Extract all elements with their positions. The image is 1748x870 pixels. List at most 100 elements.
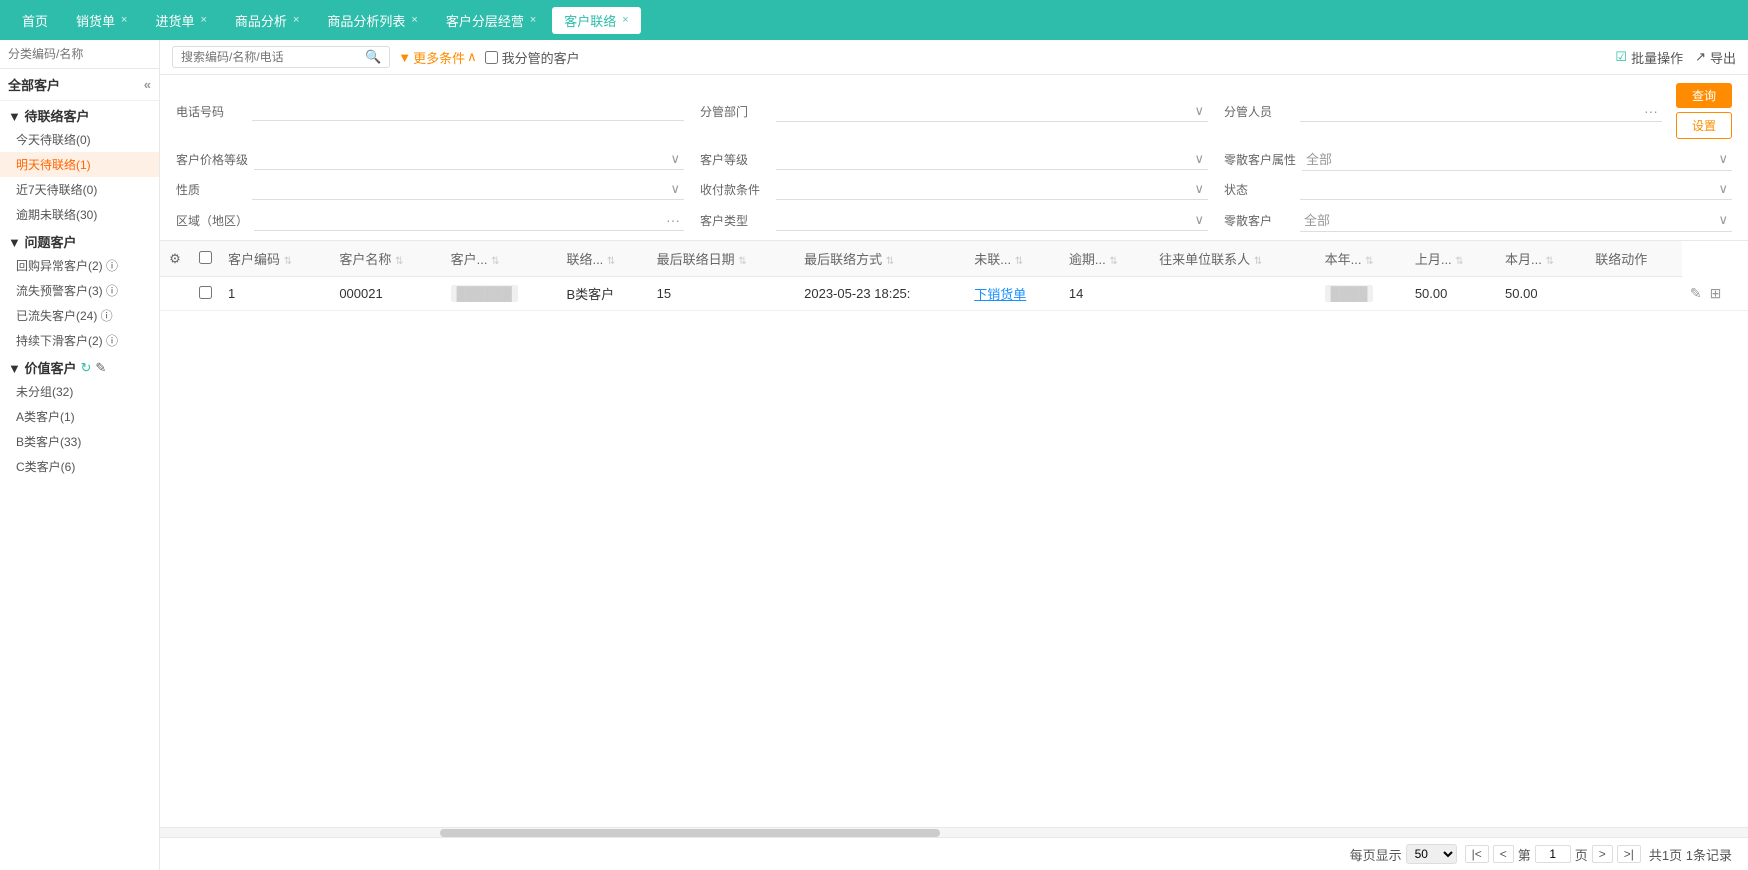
edit-icon[interactable]: ✎ xyxy=(95,360,106,376)
filter-row-customer-type: 客户类型 ∨ xyxy=(700,208,1208,232)
row-uncontacted: 14 xyxy=(1061,277,1151,311)
filter-row-retail-customer: 零散客户 全部∨ xyxy=(1224,208,1732,232)
region-select[interactable]: ··· xyxy=(254,210,684,231)
col-last-month: 上月... ⇅ xyxy=(1407,241,1497,277)
sidebar-item-class-c[interactable]: C类客户(6) xyxy=(0,454,159,479)
export-btn[interactable]: ↗ 导出 xyxy=(1695,48,1736,67)
sidebar-search-input[interactable] xyxy=(8,47,160,61)
close-icon[interactable]: × xyxy=(622,14,628,26)
sidebar-item-churned[interactable]: 已流失客户(24) ⓘ xyxy=(0,303,159,328)
sidebar-item-declining[interactable]: 持续下滑客户(2) ⓘ xyxy=(0,328,159,353)
total-records: 共1页 1条记录 xyxy=(1649,845,1732,864)
last-page-btn[interactable]: >| xyxy=(1617,845,1641,863)
filter-bar: 🔍 ▼ 更多条件 ∧ 我分管的客户 ☑ 批量操作 ↗ 导出 xyxy=(160,40,1748,75)
content-area: 🔍 ▼ 更多条件 ∧ 我分管的客户 ☑ 批量操作 ↗ 导出 xyxy=(160,40,1748,870)
select-all-checkbox[interactable] xyxy=(199,251,212,264)
main-search-input[interactable] xyxy=(181,50,361,64)
filter-row-status: 状态 ∨ xyxy=(1224,179,1732,200)
sidebar-item-7days[interactable]: 近7天待联络(0) xyxy=(0,177,159,202)
phone-input[interactable] xyxy=(252,102,684,121)
sidebar-item-class-b[interactable]: B类客户(33) xyxy=(0,429,159,454)
filter-icon: ▼ xyxy=(398,50,411,65)
sidebar-item-overdue[interactable]: 逾期未联络(30) xyxy=(0,202,159,227)
sidebar-item-abnormal[interactable]: 回购异常客户(2) ⓘ xyxy=(0,253,159,278)
edit-contact-icon[interactable]: ✎ xyxy=(1690,285,1702,302)
retail-customer-select[interactable]: 全部∨ xyxy=(1300,208,1732,232)
query-button[interactable]: 查询 xyxy=(1676,83,1732,108)
col-overdue: 逾期... ⇅ xyxy=(1061,241,1151,277)
col-last-method: 最后联络方式 ⇅ xyxy=(796,241,966,277)
row-index: 1 xyxy=(220,277,331,311)
collapse-icon[interactable]: « xyxy=(144,77,151,92)
per-page-selector: 每页显示 50 100 200 xyxy=(1350,844,1457,864)
retail-attr-select[interactable]: 全部∨ xyxy=(1302,147,1732,171)
sidebar-item-ungrouped[interactable]: 未分组(32) xyxy=(0,379,159,404)
sidebar-item-class-a[interactable]: A类客户(1) xyxy=(0,404,159,429)
next-page-btn[interactable]: > xyxy=(1592,845,1613,863)
nav-home[interactable]: 首页 xyxy=(10,7,60,34)
close-icon[interactable]: × xyxy=(293,14,299,26)
filter-row-dept: 分管部门 ∨ xyxy=(700,83,1208,139)
per-page-select[interactable]: 50 100 200 xyxy=(1406,844,1457,864)
row-this-year: 50.00 xyxy=(1407,277,1497,311)
col-name: 客户名称 ⇅ xyxy=(331,241,442,277)
row-checkbox[interactable] xyxy=(190,277,220,311)
filter-row-customer-level: 客户等级 ∨ xyxy=(700,147,1208,171)
close-icon[interactable]: × xyxy=(530,14,536,26)
chevron-up-icon: ∧ xyxy=(467,49,477,65)
close-icon[interactable]: × xyxy=(411,14,417,26)
sidebar-item-today[interactable]: 今天待联络(0) xyxy=(0,127,159,152)
more-conditions-btn[interactable]: ▼ 更多条件 ∧ xyxy=(398,48,476,67)
filter-row-payment: 收付款条件 ∨ xyxy=(700,179,1208,200)
col-checkbox-all[interactable] xyxy=(190,241,220,277)
pagination: |< < 第 页 > >| xyxy=(1465,845,1641,864)
horizontal-scrollbar[interactable] xyxy=(160,827,1748,837)
value-level-select[interactable]: ∨ xyxy=(254,149,684,170)
manager-select[interactable]: ··· xyxy=(1300,101,1662,122)
filter-row-value-level: 客户价格等级 ∨ xyxy=(176,147,684,171)
first-page-btn[interactable]: |< xyxy=(1465,845,1489,863)
sidebar-item-tomorrow[interactable]: 明天待联络(1) xyxy=(0,152,159,177)
batch-op-btn[interactable]: ☑ 批量操作 xyxy=(1615,48,1683,67)
my-customers-check[interactable] xyxy=(485,51,498,64)
customer-type-select[interactable]: ∨ xyxy=(776,210,1208,231)
main-layout: 🔍 全部客户 « ▼ 待联络客户 今天待联络(0) 明天待联络(1) 近7天待联… xyxy=(0,40,1748,870)
settings-button[interactable]: 设置 xyxy=(1676,112,1732,139)
customer-level-select[interactable]: ∨ xyxy=(776,149,1208,170)
close-icon[interactable]: × xyxy=(200,14,206,26)
prev-page-btn[interactable]: < xyxy=(1493,845,1514,863)
nature-select[interactable]: ∨ xyxy=(252,179,684,200)
my-customers-checkbox[interactable]: 我分管的客户 xyxy=(485,48,580,67)
row-name: ██████ xyxy=(443,277,559,311)
nav-customer-contact[interactable]: 客户联络 × xyxy=(552,7,640,34)
scrollbar-thumb[interactable] xyxy=(440,829,940,837)
table-header-row: ⚙ 客户编码 ⇅ 客户名称 ⇅ 客户... ⇅ 联络... ⇅ 最后联络日期 ⇅… xyxy=(160,241,1748,277)
row-last-method[interactable]: 下销货单 xyxy=(966,277,1061,311)
nav-sales-order[interactable]: 销货单 × xyxy=(64,7,139,34)
col-contact-count: 联络... ⇅ xyxy=(558,241,648,277)
status-select[interactable]: ∨ xyxy=(1300,179,1732,200)
row-type: B类客户 xyxy=(558,277,648,311)
group-label-value: ▼ 价值客户 ↻ ✎ xyxy=(0,353,159,379)
row-this-month xyxy=(1587,277,1682,311)
col-last-date: 最后联络日期 ⇅ xyxy=(649,241,796,277)
row-gear xyxy=(160,277,190,311)
nav-customer-tier[interactable]: 客户分层经营 × xyxy=(434,7,548,34)
col-this-month: 本月... ⇅ xyxy=(1497,241,1587,277)
payment-select[interactable]: ∨ xyxy=(776,179,1208,200)
col-this-year: 本年... ⇅ xyxy=(1317,241,1407,277)
close-icon[interactable]: × xyxy=(121,14,127,26)
nav-purchase-order[interactable]: 进货单 × xyxy=(143,7,218,34)
col-gear[interactable]: ⚙ xyxy=(160,241,190,277)
all-customers-header[interactable]: 全部客户 « xyxy=(0,69,159,101)
row-select-checkbox[interactable] xyxy=(199,286,212,299)
sidebar-item-churn-warning[interactable]: 流失预警客户(3) ⓘ xyxy=(0,278,159,303)
grid-icon[interactable]: ⊞ xyxy=(1710,285,1722,302)
search-icon[interactable]: 🔍 xyxy=(365,49,381,65)
nav-product-analysis-list[interactable]: 商品分析列表 × xyxy=(315,7,429,34)
search-wrap: 🔍 xyxy=(172,46,390,68)
dept-select[interactable]: ∨ xyxy=(776,101,1208,122)
page-number-input[interactable] xyxy=(1535,845,1571,863)
refresh-icon[interactable]: ↻ xyxy=(80,360,91,376)
nav-product-analysis[interactable]: 商品分析 × xyxy=(223,7,311,34)
